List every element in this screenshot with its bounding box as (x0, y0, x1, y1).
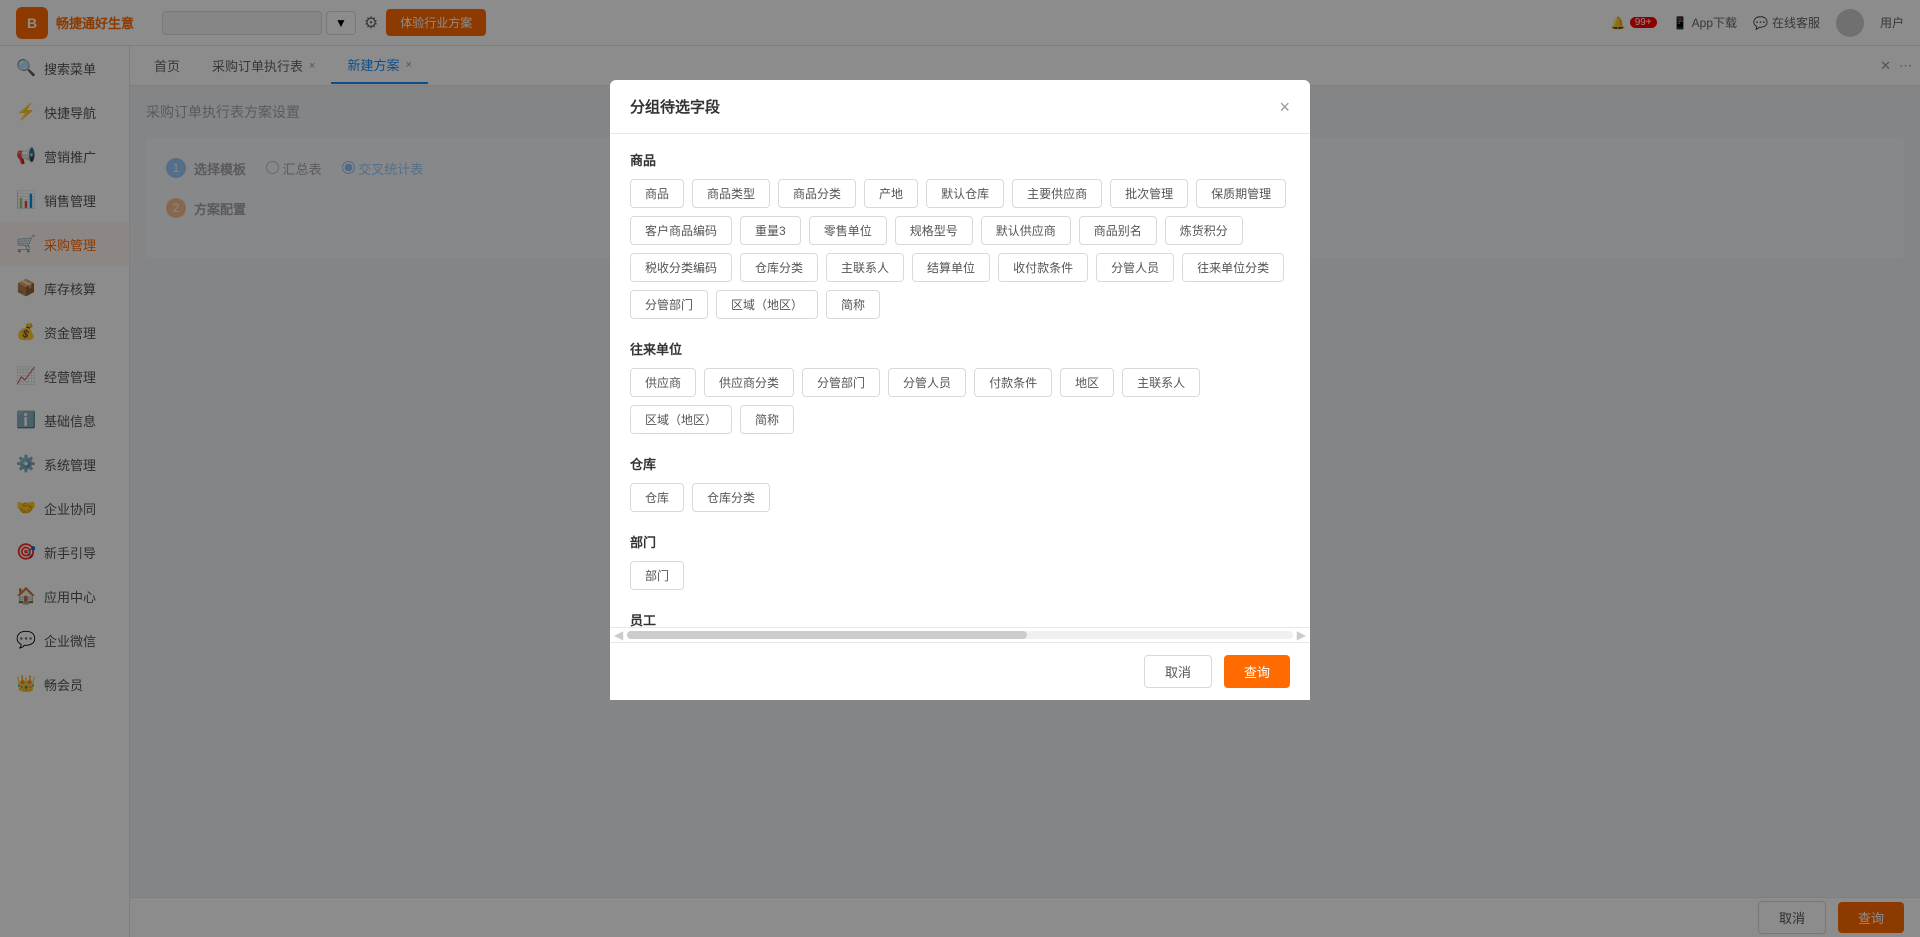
field-tag-product-alias[interactable]: 商品别名 (1079, 216, 1157, 245)
field-tag-area[interactable]: 地区 (1060, 368, 1114, 397)
modal-dialog: 分组待选字段 × 商品 商品 商品类型 商品分类 产地 默认仓库 主要供应商 批… (610, 80, 1310, 700)
product-field-tags: 商品 商品类型 商品分类 产地 默认仓库 主要供应商 批次管理 保质期管理 客户… (630, 179, 1290, 319)
field-tag-payment-condition[interactable]: 付款条件 (974, 368, 1052, 397)
field-tag-region[interactable]: 区域（地区） (716, 290, 818, 319)
field-tag-default-supplier[interactable]: 默认供应商 (981, 216, 1071, 245)
field-tag-dept[interactable]: 分管部门 (630, 290, 708, 319)
field-tag-warehouse-cat[interactable]: 仓库分类 (692, 483, 770, 512)
modal-body[interactable]: 商品 商品 商品类型 商品分类 产地 默认仓库 主要供应商 批次管理 保质期管理… (610, 134, 1310, 627)
modal-close-button[interactable]: × (1279, 98, 1290, 116)
field-group-warehouse: 仓库 仓库 仓库分类 (630, 454, 1290, 512)
horizontal-scrollbar[interactable] (627, 631, 1293, 639)
warehouse-field-tags: 仓库 仓库分类 (630, 483, 1290, 512)
field-tag-short-name-2[interactable]: 简称 (740, 405, 794, 434)
field-tag-main-supplier[interactable]: 主要供应商 (1012, 179, 1102, 208)
field-tag-batch-mgmt[interactable]: 批次管理 (1110, 179, 1188, 208)
scroll-left-icon: ◀ (614, 628, 623, 642)
field-tag-tax-code[interactable]: 税收分类编码 (630, 253, 732, 282)
staff-group-title: 员工 (630, 610, 1290, 627)
field-tag-short-name[interactable]: 简称 (826, 290, 880, 319)
field-tag-spec-model[interactable]: 规格型号 (895, 216, 973, 245)
product-group-title: 商品 (630, 150, 1290, 169)
dept-field-tags: 部门 (630, 561, 1290, 590)
field-tag-region-2[interactable]: 区域（地区） (630, 405, 732, 434)
cancel-button[interactable]: 取消 (1144, 655, 1212, 688)
field-tag-supplier[interactable]: 供应商 (630, 368, 696, 397)
field-tag-warehouse-category[interactable]: 仓库分类 (740, 253, 818, 282)
field-tag-payment-terms[interactable]: 收付款条件 (998, 253, 1088, 282)
modal-overlay: 分组待选字段 × 商品 商品 商品类型 商品分类 产地 默认仓库 主要供应商 批… (0, 0, 1920, 937)
modal-footer: 取消 查询 (610, 642, 1310, 700)
field-tag-supervisor[interactable]: 分管人员 (1096, 253, 1174, 282)
field-tag-partner-category[interactable]: 往来单位分类 (1182, 253, 1284, 282)
modal-title: 分组待选字段 (630, 96, 720, 117)
field-tag-warehouse[interactable]: 仓库 (630, 483, 684, 512)
field-tag-default-warehouse[interactable]: 默认仓库 (926, 179, 1004, 208)
field-tag-expiry-mgmt[interactable]: 保质期管理 (1196, 179, 1286, 208)
warehouse-group-title: 仓库 (630, 454, 1290, 473)
field-tag-product[interactable]: 商品 (630, 179, 684, 208)
field-tag-partner-supervisor[interactable]: 分管人员 (888, 368, 966, 397)
field-tag-department[interactable]: 部门 (630, 561, 684, 590)
field-tag-refine-points[interactable]: 炼货积分 (1165, 216, 1243, 245)
modal-header: 分组待选字段 × (610, 80, 1310, 134)
field-tag-customer-code[interactable]: 客户商品编码 (630, 216, 732, 245)
field-tag-origin[interactable]: 产地 (864, 179, 918, 208)
partner-group-title: 往来单位 (630, 339, 1290, 358)
field-tag-product-category[interactable]: 商品分类 (778, 179, 856, 208)
field-group-department: 部门 部门 (630, 532, 1290, 590)
field-tag-settlement-unit[interactable]: 结算单位 (912, 253, 990, 282)
scrollbar-thumb (627, 631, 1026, 639)
field-tag-partner-dept[interactable]: 分管部门 (802, 368, 880, 397)
partner-field-tags: 供应商 供应商分类 分管部门 分管人员 付款条件 地区 主联系人 区域（地区） … (630, 368, 1290, 434)
dept-group-title: 部门 (630, 532, 1290, 551)
field-tag-main-contact-2[interactable]: 主联系人 (1122, 368, 1200, 397)
field-group-product: 商品 商品 商品类型 商品分类 产地 默认仓库 主要供应商 批次管理 保质期管理… (630, 150, 1290, 319)
modal-scrollbar-area[interactable]: ◀ ▶ (610, 627, 1310, 642)
field-tag-main-contact[interactable]: 主联系人 (826, 253, 904, 282)
scroll-right-icon: ▶ (1297, 628, 1306, 642)
field-group-partner: 往来单位 供应商 供应商分类 分管部门 分管人员 付款条件 地区 主联系人 区域… (630, 339, 1290, 434)
field-tag-supplier-category[interactable]: 供应商分类 (704, 368, 794, 397)
confirm-button[interactable]: 查询 (1224, 655, 1290, 688)
field-group-staff: 员工 业务员 (630, 610, 1290, 627)
field-tag-weight3[interactable]: 重量3 (740, 216, 801, 245)
field-tag-product-type[interactable]: 商品类型 (692, 179, 770, 208)
field-tag-retail-unit[interactable]: 零售单位 (809, 216, 887, 245)
